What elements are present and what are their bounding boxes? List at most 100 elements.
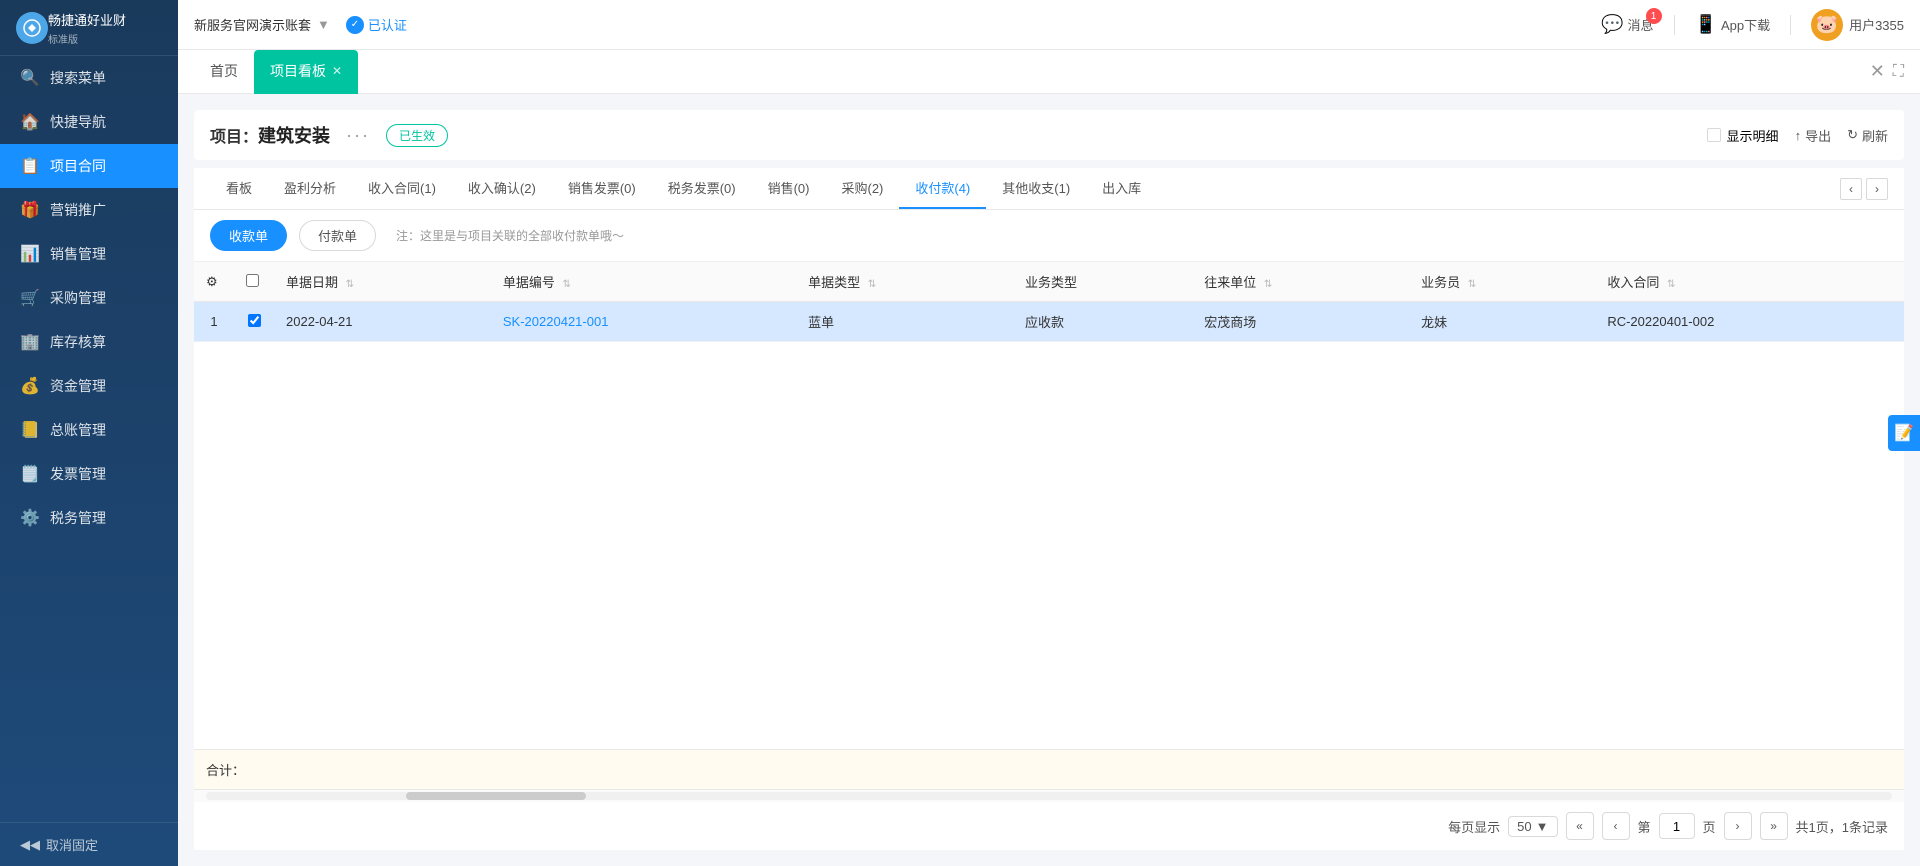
- last-page-button[interactable]: »: [1760, 812, 1788, 840]
- sidebar-item-inventory[interactable]: 🏢 库存核算: [0, 320, 178, 364]
- row-checkbox-cell[interactable]: [234, 302, 274, 342]
- col-salesperson-header[interactable]: 业务员 ⇅: [1409, 262, 1595, 302]
- col-type-header[interactable]: 单据类型 ⇅: [796, 262, 1013, 302]
- tab-home[interactable]: 首页: [194, 50, 254, 94]
- project-more-button[interactable]: ···: [346, 125, 370, 146]
- building-icon: 🏢: [20, 332, 40, 352]
- sidebar-item-purchase[interactable]: 🛒 采购管理: [0, 276, 178, 320]
- divider: [1674, 15, 1675, 35]
- col-gear-header[interactable]: ⚙: [194, 262, 234, 302]
- col-biz-type-header: 业务类型: [1013, 262, 1192, 302]
- account-selector[interactable]: 新服务官网演示账套 ▼: [194, 15, 330, 34]
- nav-tab-sales-invoice[interactable]: 销售发票(0): [552, 168, 652, 209]
- sidebar-item-invoice[interactable]: 🗒️ 发票管理: [0, 452, 178, 496]
- project-title: 建筑安装: [258, 122, 330, 148]
- horizontal-scrollbar[interactable]: [206, 792, 1892, 800]
- tab-actions: ✕ ⛶: [1870, 61, 1904, 82]
- sidebar-scroll: 🔍 搜索菜单 🏠 快捷导航 📋 项目合同 🎁 营销推广 📊 销售管理 🛒 采购管…: [0, 56, 178, 822]
- sub-tab-payment[interactable]: 付款单: [299, 220, 376, 251]
- prev-page-button[interactable]: ‹: [1602, 812, 1630, 840]
- sidebar-item-tax[interactable]: ⚙️ 税务管理: [0, 496, 178, 540]
- nav-tab-warehouse[interactable]: 出入库: [1086, 168, 1157, 209]
- nav-tab-profit[interactable]: 盈利分析: [268, 168, 352, 209]
- row-checkbox[interactable]: [248, 314, 261, 327]
- project-actions: 显示明细 ↑ 导出 ↻ 刷新: [1707, 126, 1888, 145]
- sidebar-item-label: 税务管理: [50, 508, 106, 528]
- sidebar-item-nav[interactable]: 🏠 快捷导航: [0, 100, 178, 144]
- sidebar-item-capital[interactable]: 💰 资金管理: [0, 364, 178, 408]
- nav-next-arrow[interactable]: ›: [1866, 178, 1888, 200]
- data-table: ⚙ 单据日期 ⇅ 单据编号 ⇅: [194, 262, 1904, 342]
- nav-tab-receipt[interactable]: 收付款(4): [899, 168, 986, 209]
- message-button[interactable]: 💬 消息 1: [1601, 14, 1653, 35]
- sidebar: 畅捷通好业财 标准版 🔍 搜索菜单 🏠 快捷导航 📋 项目合同 🎁 营销推广 📊…: [0, 0, 178, 866]
- search-icon: 🔍: [20, 68, 40, 88]
- col-checkbox-header[interactable]: [234, 262, 274, 302]
- maximize-window-button[interactable]: ⛶: [1893, 63, 1904, 81]
- show-detail-checkbox[interactable]: [1707, 128, 1721, 142]
- message-icon: 💬: [1601, 14, 1623, 35]
- row-type: 蓝单: [796, 302, 1013, 342]
- next-page-button[interactable]: ›: [1724, 812, 1752, 840]
- user-menu[interactable]: 🐷 用户3355: [1811, 9, 1904, 41]
- nav-prev-arrow[interactable]: ‹: [1840, 178, 1862, 200]
- col-date-header[interactable]: 单据日期 ⇅: [274, 262, 491, 302]
- col-income-contract-header[interactable]: 收入合同 ⇅: [1595, 262, 1904, 302]
- sort-icon: ⇅: [1264, 279, 1272, 290]
- chevron-down-icon: ▼: [1536, 819, 1549, 834]
- row-income-contract: RC-20220401-002: [1595, 302, 1904, 342]
- pin-icon: ◀◀: [20, 837, 40, 853]
- first-page-button[interactable]: «: [1566, 812, 1594, 840]
- select-all-checkbox[interactable]: [246, 274, 259, 287]
- cancel-pin-button[interactable]: ◀◀ 取消固定: [0, 822, 178, 866]
- sidebar-item-label: 销售管理: [50, 244, 106, 264]
- tab-project-board[interactable]: 项目看板 ✕: [254, 50, 358, 94]
- sidebar-item-ledger[interactable]: 📒 总账管理: [0, 408, 178, 452]
- header-right: 💬 消息 1 📱 App下载 🐷 用户3355: [1601, 9, 1904, 41]
- sub-tab-receipt[interactable]: 收款单: [210, 220, 287, 251]
- tab-close-icon[interactable]: ✕: [332, 64, 342, 78]
- refresh-button[interactable]: ↻ 刷新: [1847, 126, 1888, 145]
- app-logo-icon: [16, 12, 48, 44]
- scrollbar-row: [194, 790, 1904, 802]
- sidebar-item-contract[interactable]: 📋 项目合同: [0, 144, 178, 188]
- sub-tabs: 收款单 付款单 注：这里是与项目关联的全部收付款单哦～: [194, 210, 1904, 262]
- total-info: 共1页，1条记录: [1796, 817, 1888, 836]
- chevron-down-icon: ▼: [317, 17, 330, 32]
- right-float-button[interactable]: 📝: [1888, 415, 1920, 451]
- close-window-button[interactable]: ✕: [1870, 61, 1885, 82]
- page-number-input[interactable]: [1659, 813, 1695, 839]
- sort-icon: ⇅: [868, 279, 876, 290]
- col-partner-header[interactable]: 往来单位 ⇅: [1192, 262, 1409, 302]
- sidebar-item-search[interactable]: 🔍 搜索菜单: [0, 56, 178, 100]
- col-number-header[interactable]: 单据编号 ⇅: [491, 262, 796, 302]
- user-avatar: 🐷: [1811, 9, 1843, 41]
- table-row[interactable]: 1 2022-04-21 SK-20220421-001 蓝单 应收款 宏茂商场…: [194, 302, 1904, 342]
- nav-tab-income-confirm[interactable]: 收入确认(2): [452, 168, 552, 209]
- page-size-select[interactable]: 50 ▼: [1508, 816, 1557, 837]
- sidebar-item-marketing[interactable]: 🎁 营销推广: [0, 188, 178, 232]
- gift-icon: 🎁: [20, 200, 40, 220]
- gear-icon[interactable]: ⚙: [206, 274, 218, 289]
- row-number[interactable]: SK-20220421-001: [491, 302, 796, 342]
- nav-tab-other-income[interactable]: 其他收支(1): [986, 168, 1086, 209]
- scrollbar-thumb[interactable]: [406, 792, 586, 800]
- nav-tab-kanban[interactable]: 看板: [210, 168, 268, 209]
- nav-tab-sales[interactable]: 销售(0): [752, 168, 826, 209]
- sidebar-item-sales[interactable]: 📊 销售管理: [0, 232, 178, 276]
- nav-tab-purchase[interactable]: 采购(2): [825, 168, 899, 209]
- show-detail-toggle[interactable]: 显示明细: [1707, 126, 1779, 145]
- row-partner: 宏茂商场: [1192, 302, 1409, 342]
- sidebar-item-label: 库存核算: [50, 332, 106, 352]
- row-salesperson: 龙妹: [1409, 302, 1595, 342]
- app-download-button[interactable]: 📱 App下载: [1695, 14, 1771, 35]
- nav-tab-income-contract[interactable]: 收入合同(1): [352, 168, 452, 209]
- nav-tab-tax-invoice[interactable]: 税务发票(0): [652, 168, 752, 209]
- sub-tab-note: 注：这里是与项目关联的全部收付款单哦～: [396, 227, 624, 244]
- export-button[interactable]: ↑ 导出: [1795, 126, 1832, 145]
- table-footer: 合计： 每页显示 50 ▼ « ‹ 第 页 › » 共1页，1条: [194, 749, 1904, 850]
- sidebar-logo-text: 畅捷通好业财 标准版: [48, 10, 126, 46]
- project-status-badge: 已生效: [386, 124, 448, 147]
- tax-icon: ⚙️: [20, 508, 40, 528]
- phone-icon: 📱: [1695, 14, 1717, 35]
